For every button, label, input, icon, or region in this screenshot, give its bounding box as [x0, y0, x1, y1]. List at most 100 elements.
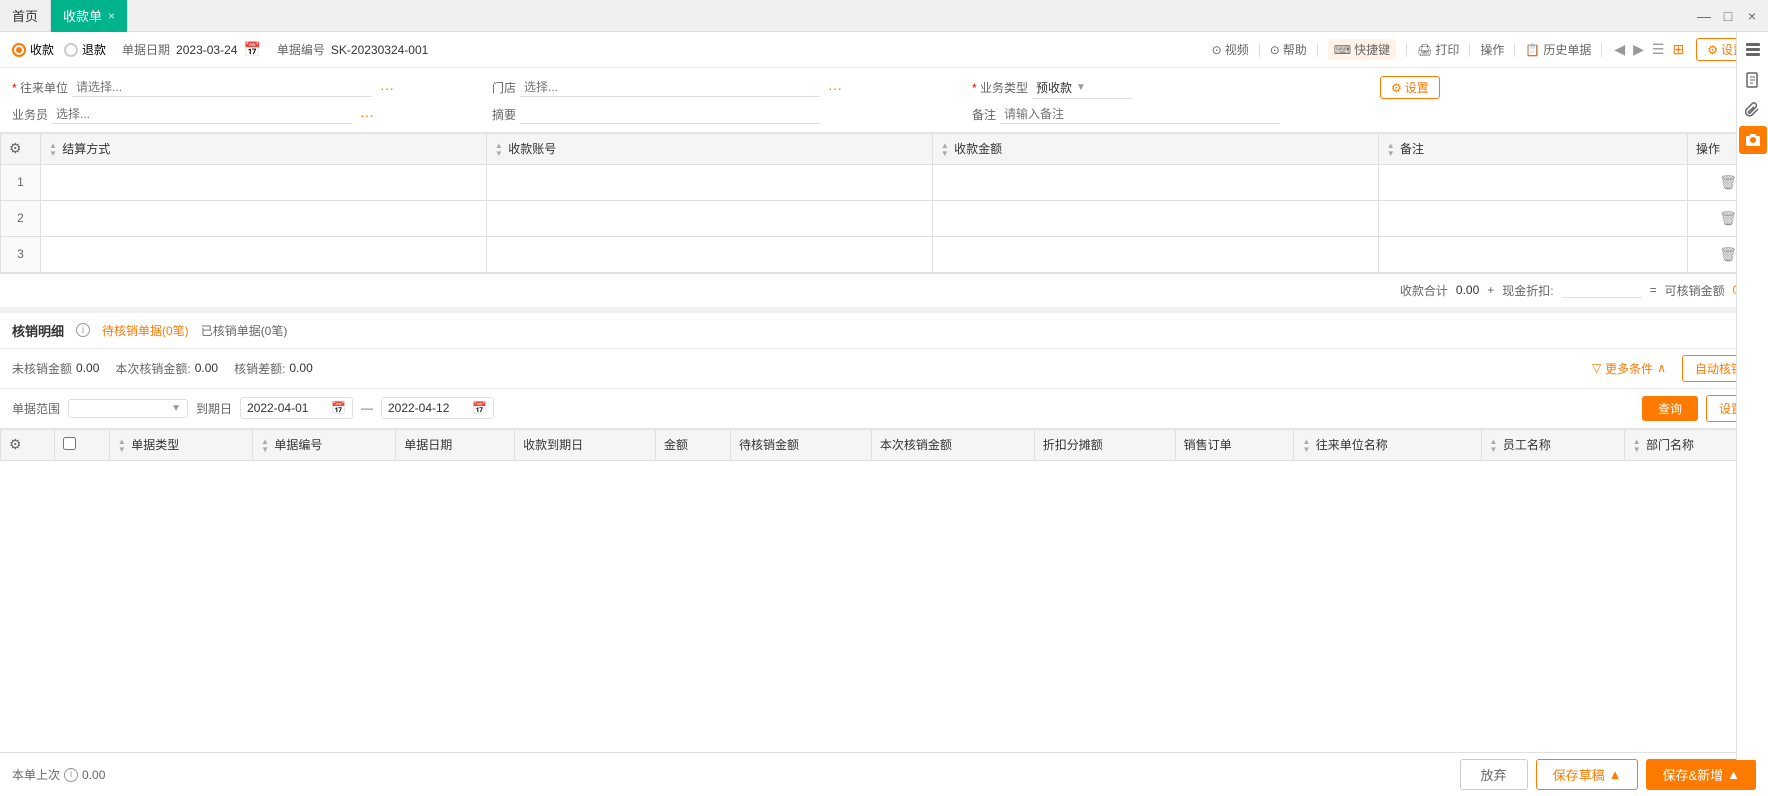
- discount-input[interactable]: [1562, 283, 1642, 298]
- print-btn[interactable]: 🖨 打印: [1417, 41, 1459, 58]
- hexiao-toolbar-left: 单据范围 ▼ 到期日 📅 — 📅: [12, 397, 1630, 419]
- history-icon: 📋: [1525, 43, 1540, 57]
- unchecked-value: 0.00: [76, 361, 99, 375]
- abandon-btn[interactable]: 放弃: [1460, 759, 1528, 790]
- row-1-account[interactable]: [486, 164, 932, 200]
- current-value: 0.00: [195, 361, 218, 375]
- store-more-icon[interactable]: ···: [828, 80, 842, 96]
- business-type-select[interactable]: 预收款 ▼: [1032, 77, 1132, 99]
- bt-select-all[interactable]: [63, 437, 76, 450]
- save-draft-btn[interactable]: 保存草稿 ▲: [1536, 759, 1639, 790]
- row-3-amount[interactable]: [932, 236, 1378, 272]
- number-value: SK-20230324-001: [331, 43, 428, 57]
- history-btn[interactable]: 📋 历史单据: [1525, 41, 1591, 58]
- save-new-btn[interactable]: 保存&新增 ▲: [1646, 759, 1756, 790]
- date-calendar-icon[interactable]: 📅: [243, 41, 260, 58]
- toolbar-divider3: [1406, 43, 1407, 57]
- sort-account: ▲▼: [495, 142, 503, 158]
- sort-memo: ▲▼: [1387, 142, 1395, 158]
- window-min-button[interactable]: —: [1696, 8, 1712, 24]
- table-row: 1 🗑 ⧉: [1, 164, 1768, 200]
- help-btn[interactable]: ⊙ 帮助: [1270, 41, 1307, 58]
- grid-view-btn[interactable]: ⊞: [1670, 39, 1686, 60]
- sidebar-icon-table[interactable]: [1739, 36, 1767, 64]
- salesperson-input[interactable]: [52, 105, 352, 124]
- date-to-input[interactable]: [388, 401, 468, 415]
- bt-col-employee: ▲▼ 员工名称: [1481, 429, 1624, 460]
- done-tab[interactable]: 已核销单据(0笔): [201, 322, 288, 339]
- help-icon: ⊙: [1270, 43, 1280, 57]
- form-row-1: 往来单位 ··· 门店 ··· 业务类型 预收款 ▼ ⚙: [12, 76, 1756, 99]
- table-footer: 收款合计 0.00 + 现金折扣: = 可核销金额 0.00: [0, 273, 1768, 307]
- sort-amount: ▲▼: [941, 142, 949, 158]
- row-1-memo[interactable]: [1378, 164, 1687, 200]
- table-settings-col: ⚙: [1, 134, 41, 165]
- query-btn[interactable]: 查询: [1642, 396, 1698, 421]
- counterpart-input[interactable]: [72, 78, 372, 97]
- radio-refund[interactable]: 退款: [64, 41, 106, 58]
- bt-col-checkbox: [55, 429, 110, 460]
- pending-tab[interactable]: 待核销单据(0笔): [102, 322, 189, 339]
- prev-btn[interactable]: ◀: [1612, 39, 1627, 60]
- row-2-amount[interactable]: [932, 200, 1378, 236]
- form-section: 往来单位 ··· 门店 ··· 业务类型 预收款 ▼ ⚙: [0, 68, 1768, 133]
- salesperson-more-icon[interactable]: ···: [360, 107, 374, 123]
- row-3-account[interactable]: [486, 236, 932, 272]
- form-settings-btn[interactable]: ⚙ 设置: [1380, 76, 1440, 99]
- business-type-value: 预收款: [1036, 79, 1072, 96]
- row-2-payment[interactable]: [41, 200, 487, 236]
- main-table-section: ⚙ ▲▼ 结算方式 ▲▼ 收款账号 ▲▼ 收款金额: [0, 133, 1768, 307]
- memo-input[interactable]: [1000, 105, 1280, 124]
- date-to-icon[interactable]: 📅: [472, 401, 487, 415]
- main-container: 收款 退款 单据日期 2023-03-24 📅 单据编号 SK-20230324…: [0, 32, 1768, 796]
- window-max-button[interactable]: □: [1720, 8, 1736, 24]
- row-3-memo[interactable]: [1378, 236, 1687, 272]
- video-label: 视频: [1225, 41, 1249, 58]
- store-label: 门店: [492, 79, 516, 96]
- col-amount: ▲▼ 收款金额: [932, 134, 1378, 165]
- view-controls: ◀ ▶ ☰ ⊞: [1612, 39, 1686, 60]
- row-1-amount[interactable]: [932, 164, 1378, 200]
- tab-home[interactable]: 首页: [0, 0, 51, 32]
- bottom-actions: 放弃 保存草稿 ▲ 保存&新增 ▲: [1460, 759, 1756, 790]
- tab-close-icon[interactable]: ×: [108, 9, 115, 23]
- date-from-field: 📅: [240, 397, 353, 419]
- store-input[interactable]: [520, 78, 820, 97]
- summary-input[interactable]: [520, 105, 820, 124]
- toolbar-divider5: [1514, 43, 1515, 57]
- bt-col-pending: 待核销金额: [731, 429, 872, 460]
- bt-col-sales-order: 销售订单: [1175, 429, 1294, 460]
- shortcut-btn[interactable]: ⌨ 快捷键: [1328, 39, 1396, 60]
- sidebar-icon-attachment[interactable]: [1739, 96, 1767, 124]
- hexiao-header: 核销明细 i 待核销单据(0笔) 已核销单据(0笔): [0, 313, 1768, 349]
- counterpart-more-icon[interactable]: ···: [380, 80, 394, 96]
- window-close-button[interactable]: ×: [1744, 8, 1760, 24]
- window-controls: — □ ×: [1696, 8, 1768, 24]
- bt-gear-btn[interactable]: ⚙: [9, 436, 22, 453]
- row-1-payment[interactable]: [41, 164, 487, 200]
- date-from-icon[interactable]: 📅: [331, 401, 346, 415]
- row-2-memo[interactable]: [1378, 200, 1687, 236]
- bottom-info-icon[interactable]: i: [64, 768, 78, 782]
- row-3-payment[interactable]: [41, 236, 487, 272]
- sidebar-icon-doc[interactable]: [1739, 66, 1767, 94]
- toolbar-divider1: [1259, 43, 1260, 57]
- hexiao-section: 核销明细 i 待核销单据(0笔) 已核销单据(0笔) 未核销金额 0.00 本次…: [0, 307, 1768, 752]
- video-btn[interactable]: ⊙ 视频: [1212, 41, 1249, 58]
- date-from-input[interactable]: [247, 401, 327, 415]
- operate-btn[interactable]: 操作: [1480, 41, 1504, 58]
- bottom-table-section: ⚙ ▲▼ 单据类型 ▲▼ 单据编号: [0, 429, 1768, 752]
- next-btn[interactable]: ▶: [1631, 39, 1646, 60]
- tab-receipt[interactable]: 收款单 ×: [51, 0, 128, 32]
- hexiao-info-icon[interactable]: i: [76, 323, 90, 337]
- list-view-btn[interactable]: ☰: [1650, 39, 1667, 60]
- memo-group: 备注: [972, 105, 1372, 124]
- range-select[interactable]: ▼: [68, 399, 188, 418]
- sidebar-icon-camera[interactable]: [1739, 126, 1767, 154]
- radio-receipt[interactable]: 收款: [12, 41, 54, 58]
- more-conditions-btn[interactable]: ▽ 更多条件 ∧: [1592, 360, 1666, 377]
- table-gear-btn[interactable]: ⚙: [9, 140, 22, 157]
- row-2-account[interactable]: [486, 200, 932, 236]
- bottom-table: ⚙ ▲▼ 单据类型 ▲▼ 单据编号: [0, 429, 1768, 461]
- bottom-value: 0.00: [82, 768, 105, 782]
